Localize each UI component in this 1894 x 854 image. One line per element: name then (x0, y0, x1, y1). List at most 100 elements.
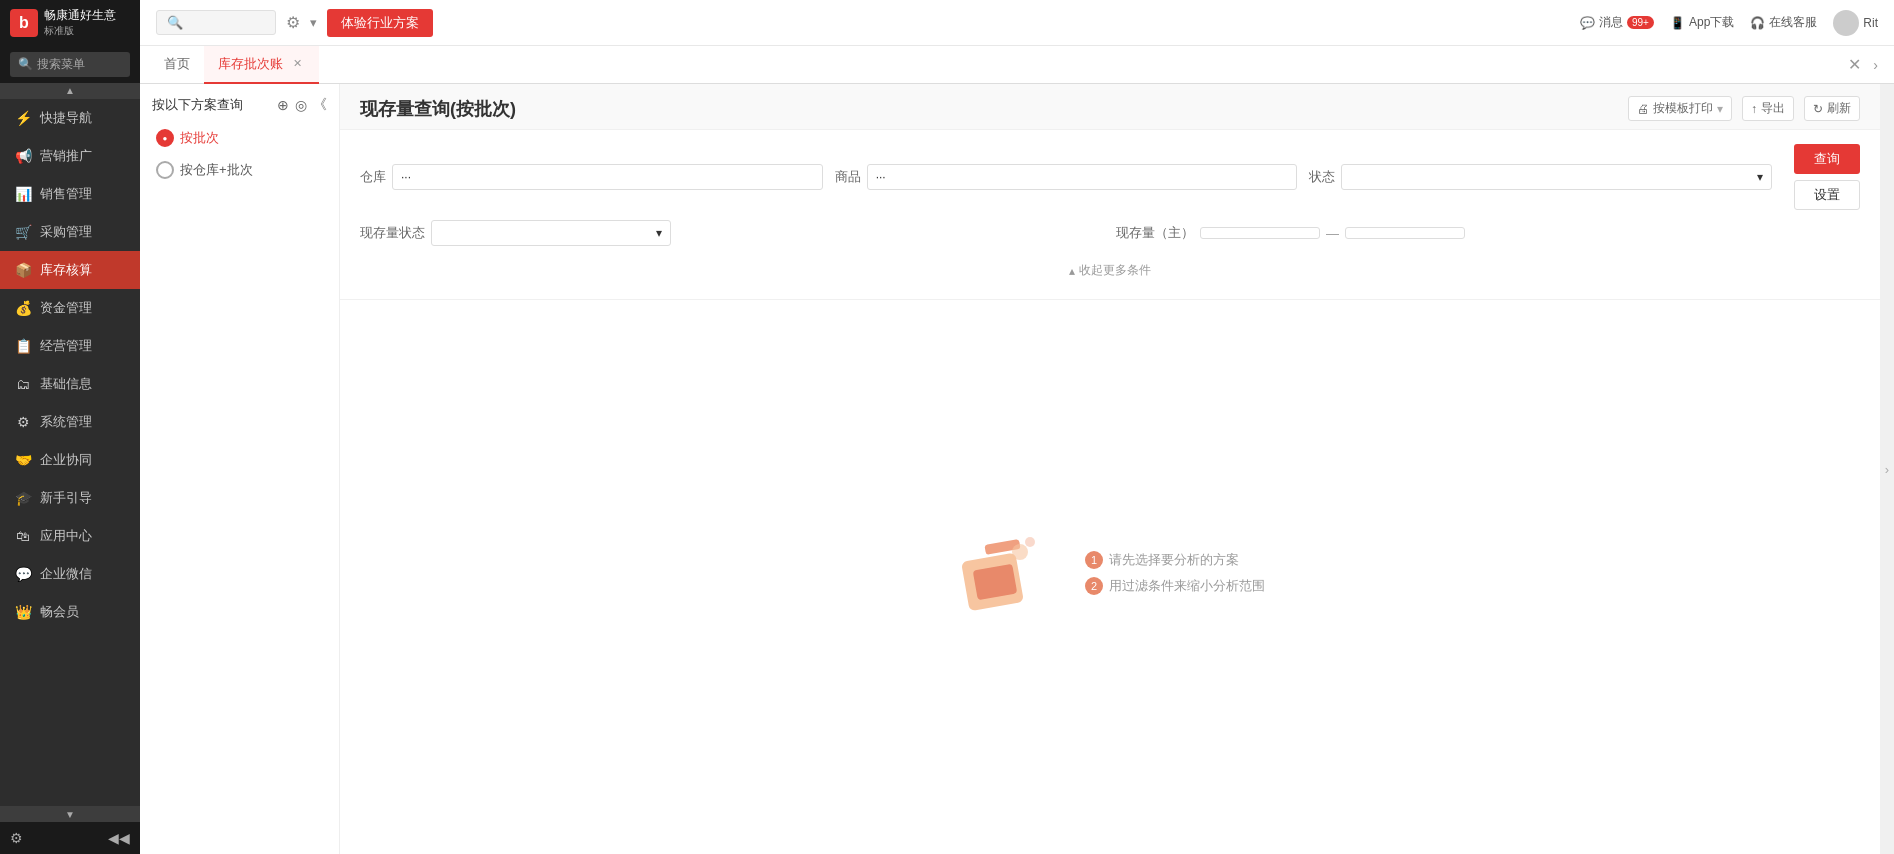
online-service-action[interactable]: 🎧 在线客服 (1750, 14, 1817, 31)
purchase-icon: 🛒 (14, 223, 32, 241)
sidebar-item-finance[interactable]: 💰 资金管理 (0, 289, 140, 327)
scheme-settings-icon[interactable]: ◎ (295, 97, 307, 113)
scheme-item-warehouse-batch[interactable]: 按仓库+批次 (140, 154, 339, 186)
message-action[interactable]: 💬 消息 99+ (1580, 14, 1654, 31)
sidebar-item-label: 销售管理 (40, 185, 92, 203)
app-title-group: 畅康通好生意 标准版 (44, 8, 116, 38)
download-icon: 📱 (1670, 16, 1685, 30)
tab-home[interactable]: 首页 (150, 46, 204, 84)
sidebar-item-sales[interactable]: 📊 销售管理 (0, 175, 140, 213)
sidebar-item-enterprise[interactable]: 🤝 企业协同 (0, 441, 140, 479)
tab-batch[interactable]: 库存批次账 ✕ (204, 46, 319, 84)
scheme-dot (156, 161, 174, 179)
experience-button[interactable]: 体验行业方案 (327, 9, 433, 37)
avatar (1833, 10, 1859, 36)
warehouse-dots: ··· (401, 170, 411, 184)
app-download-action[interactable]: 📱 App下载 (1670, 14, 1734, 31)
app-download-label: App下载 (1689, 14, 1734, 31)
refresh-label: 刷新 (1827, 100, 1851, 117)
tab-close-button[interactable]: ✕ (289, 56, 305, 72)
app-logo: b (10, 9, 38, 37)
sidebar-item-quicknav[interactable]: ⚡ 快捷导航 (0, 99, 140, 137)
status-label: 状态 (1309, 168, 1335, 186)
warehouse-input[interactable]: ··· (392, 164, 823, 190)
svg-point-3 (1012, 544, 1028, 560)
sidebar-item-member[interactable]: 👑 畅会员 (0, 593, 140, 631)
settings-button[interactable]: 设置 (1794, 180, 1860, 210)
tab-batch-label: 库存批次账 (218, 55, 283, 73)
collapse-bar[interactable]: 收起更多条件 (360, 256, 1860, 285)
filter-area: 仓库 ··· 商品 ··· 状态 (340, 130, 1880, 300)
print-label: 按模板打印 (1653, 100, 1713, 117)
inventory-qty-from[interactable] (1200, 227, 1320, 239)
query-action-group: 查询 设置 (1794, 144, 1860, 210)
app-name: 畅康通好生意 (44, 8, 116, 24)
add-scheme-icon[interactable]: ⊕ (277, 97, 289, 113)
sidebar-item-newbie[interactable]: 🎓 新手引导 (0, 479, 140, 517)
topbar-search-icon: 🔍 (167, 15, 183, 30)
collapse-left-icon[interactable]: 《 (313, 96, 327, 114)
sidebar-item-marketing[interactable]: 📢 营销推广 (0, 137, 140, 175)
sidebar-footer: ⚙ ◀◀ (0, 822, 140, 854)
main-area: 🔍 ⚙ ▾ 体验行业方案 💬 消息 99+ 📱 App下载 🎧 在线客服 (140, 0, 1894, 854)
scheme-item-batch[interactable]: ● 按批次 (140, 122, 339, 154)
sidebar: b 畅康通好生意 标准版 🔍 搜索菜单 ▲ ⚡ 快捷导航 📢 营销推广 📊 销售… (0, 0, 140, 854)
sidebar-item-label: 新手引导 (40, 489, 92, 507)
sidebar-item-operations[interactable]: 📋 经营管理 (0, 327, 140, 365)
sidebar-item-label: 采购管理 (40, 223, 92, 241)
panel-close-icon[interactable]: ✕ (1842, 55, 1867, 74)
user-profile-action[interactable]: Rit (1833, 10, 1878, 36)
scheme-title: 按以下方案查询 (152, 96, 243, 114)
right-collapse-handle[interactable]: › (1880, 84, 1894, 854)
print-dropdown-icon[interactable]: ▾ (1717, 102, 1723, 116)
scroll-down-button[interactable]: ▼ (0, 806, 140, 822)
inventory-qty-group: 现存量（主） — (1116, 224, 1860, 242)
inventory-status-chevron (656, 226, 662, 240)
export-button[interactable]: ↑ 导出 (1742, 96, 1794, 121)
query-button[interactable]: 查询 (1794, 144, 1860, 174)
online-service-label: 在线客服 (1769, 14, 1817, 31)
topbar-right: 💬 消息 99+ 📱 App下载 🎧 在线客服 Rit (1580, 10, 1878, 36)
filter-row-2: 现存量状态 现存量（主） — (360, 220, 1860, 246)
scheme-active-dot: ● (156, 129, 174, 147)
inventory-status-label: 现存量状态 (360, 224, 425, 242)
topbar-gear-icon[interactable]: ⚙ (286, 13, 300, 32)
topbar-dropdown-icon[interactable]: ▾ (310, 15, 317, 30)
message-badge: 99+ (1627, 16, 1654, 29)
inventory-qty-label: 现存量（主） (1116, 224, 1194, 242)
inventory-qty-to[interactable] (1345, 227, 1465, 239)
username-label: Rit (1863, 16, 1878, 30)
product-input[interactable]: ··· (867, 164, 1298, 190)
sidebar-item-label: 畅会员 (40, 603, 79, 621)
panel-right-actions: ✕ › (1842, 55, 1884, 74)
status-chevron-icon (1757, 170, 1763, 184)
left-panel-header: 按以下方案查询 ⊕ ◎ 《 (140, 96, 339, 122)
topbar-search-box[interactable]: 🔍 (156, 10, 276, 35)
warehouse-label: 仓库 (360, 168, 386, 186)
sidebar-item-inventory[interactable]: 📦 库存核算 (0, 251, 140, 289)
status-select[interactable] (1341, 164, 1772, 190)
inventory-status-group: 现存量状态 (360, 220, 1104, 246)
topbar-search-input[interactable] (187, 16, 267, 30)
print-button[interactable]: 🖨 按模板打印 ▾ (1628, 96, 1732, 121)
headset-icon: 🎧 (1750, 16, 1765, 30)
sidebar-item-appstore[interactable]: 🛍 应用中心 (0, 517, 140, 555)
empty-illustration (955, 527, 1055, 627)
sidebar-item-label: 快捷导航 (40, 109, 92, 127)
collapse-sidebar-icon[interactable]: ◀◀ (108, 830, 130, 846)
sidebar-item-system[interactable]: ⚙ 系统管理 (0, 403, 140, 441)
sidebar-item-label: 系统管理 (40, 413, 92, 431)
sidebar-search-input[interactable]: 🔍 搜索菜单 (10, 52, 130, 77)
close-icon[interactable]: ✕ (289, 56, 305, 72)
sidebar-item-wechat[interactable]: 💬 企业微信 (0, 555, 140, 593)
settings-icon[interactable]: ⚙ (10, 830, 23, 846)
sidebar-item-basic[interactable]: 🗂 基础信息 (0, 365, 140, 403)
collapse-up-icon (1069, 264, 1075, 278)
inventory-status-select[interactable] (431, 220, 671, 246)
sidebar-item-purchase[interactable]: 🛒 采购管理 (0, 213, 140, 251)
scroll-up-button[interactable]: ▲ (0, 83, 140, 99)
sidebar-search-area: 🔍 搜索菜单 (0, 46, 140, 83)
panel-chevron-icon[interactable]: › (1867, 57, 1884, 73)
message-icon: 💬 (1580, 16, 1595, 30)
refresh-button[interactable]: ↻ 刷新 (1804, 96, 1860, 121)
